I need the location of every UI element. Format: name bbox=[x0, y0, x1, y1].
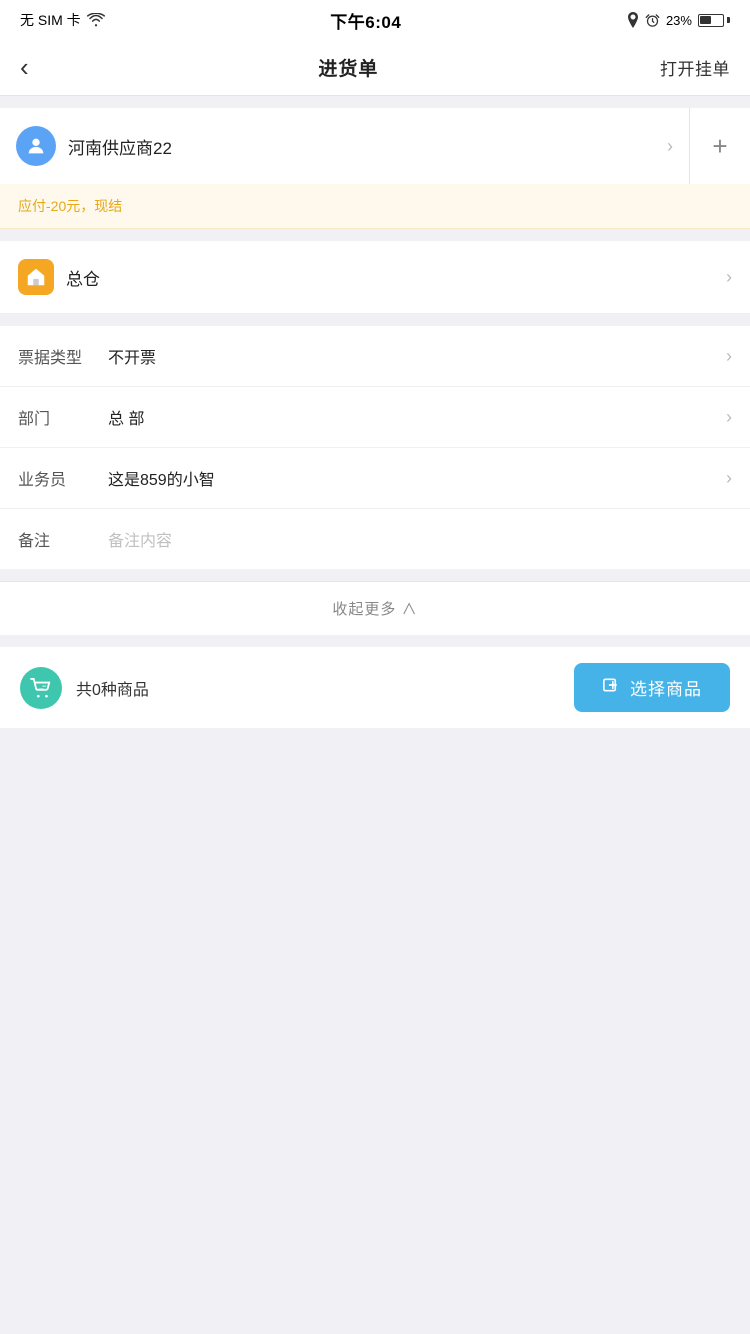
chevron-right-icon: › bbox=[667, 136, 673, 157]
collapse-row[interactable]: 收起更多 ∧ bbox=[0, 581, 750, 635]
status-left: 无 SIM 卡 bbox=[20, 10, 105, 30]
invoice-type-chevron-icon: › bbox=[726, 346, 732, 367]
status-right: 23% bbox=[627, 12, 730, 28]
remark-input[interactable]: 备注内容 bbox=[98, 527, 732, 551]
add-supplier-button[interactable]: + bbox=[690, 108, 750, 184]
department-value: 总 部 bbox=[98, 405, 726, 429]
warehouse-chevron-icon: › bbox=[726, 267, 732, 288]
alarm-icon bbox=[645, 13, 660, 28]
select-btn-label: 选择商品 bbox=[630, 675, 702, 700]
warehouse-row[interactable]: 总仓 › bbox=[0, 241, 750, 314]
notice-banner: 应付-20元，现结 bbox=[0, 184, 750, 229]
status-bar: 无 SIM 卡 下午6:04 23% bbox=[0, 0, 750, 40]
remark-row[interactable]: 备注 备注内容 bbox=[0, 509, 750, 569]
invoice-type-row[interactable]: 票据类型 不开票 › bbox=[0, 326, 750, 387]
product-count: 共0种商品 bbox=[76, 676, 149, 700]
status-time: 下午6:04 bbox=[330, 8, 401, 33]
department-chevron-icon: › bbox=[726, 407, 732, 428]
section-gap-1 bbox=[0, 96, 750, 108]
department-row[interactable]: 部门 总 部 › bbox=[0, 387, 750, 448]
remark-label: 备注 bbox=[18, 527, 98, 551]
supplier-section: 河南供应商22 › + bbox=[0, 108, 750, 184]
nav-bar: ‹ 进货单 打开挂单 bbox=[0, 40, 750, 96]
product-bar-left: 共0种商品 bbox=[20, 667, 149, 709]
invoice-type-value: 不开票 bbox=[98, 344, 726, 368]
salesperson-value: 这是859的小智 bbox=[98, 466, 726, 490]
supplier-selector[interactable]: 河南供应商22 › bbox=[0, 108, 690, 184]
select-product-button[interactable]: 选择商品 bbox=[574, 663, 730, 712]
invoice-type-label: 票据类型 bbox=[18, 344, 98, 368]
wifi-icon bbox=[87, 13, 105, 27]
salesperson-label: 业务员 bbox=[18, 466, 98, 490]
location-icon bbox=[627, 12, 639, 28]
form-section: 票据类型 不开票 › 部门 总 部 › 业务员 这是859的小智 › 备注 备注… bbox=[0, 326, 750, 569]
open-pending-button[interactable]: 打开挂单 bbox=[660, 55, 730, 80]
back-button[interactable]: ‹ bbox=[20, 48, 37, 87]
battery-icon bbox=[698, 14, 730, 27]
salesperson-chevron-icon: › bbox=[726, 468, 732, 489]
salesperson-row[interactable]: 业务员 这是859的小智 › bbox=[0, 448, 750, 509]
select-btn-icon bbox=[602, 676, 622, 699]
supplier-avatar bbox=[16, 126, 56, 166]
notice-text: 应付-20元，现结 bbox=[18, 198, 122, 214]
department-label: 部门 bbox=[18, 405, 98, 429]
cart-icon bbox=[20, 667, 62, 709]
collapse-label: 收起更多 ∧ bbox=[332, 598, 417, 619]
warehouse-icon bbox=[18, 259, 54, 295]
carrier-text: 无 SIM 卡 bbox=[20, 10, 81, 30]
page-title: 进货单 bbox=[318, 54, 378, 81]
page-background bbox=[0, 728, 750, 1008]
supplier-name: 河南供应商22 bbox=[68, 134, 655, 159]
warehouse-name: 总仓 bbox=[66, 265, 714, 290]
battery-percent: 23% bbox=[666, 13, 692, 28]
product-bar: 共0种商品 选择商品 bbox=[0, 647, 750, 728]
